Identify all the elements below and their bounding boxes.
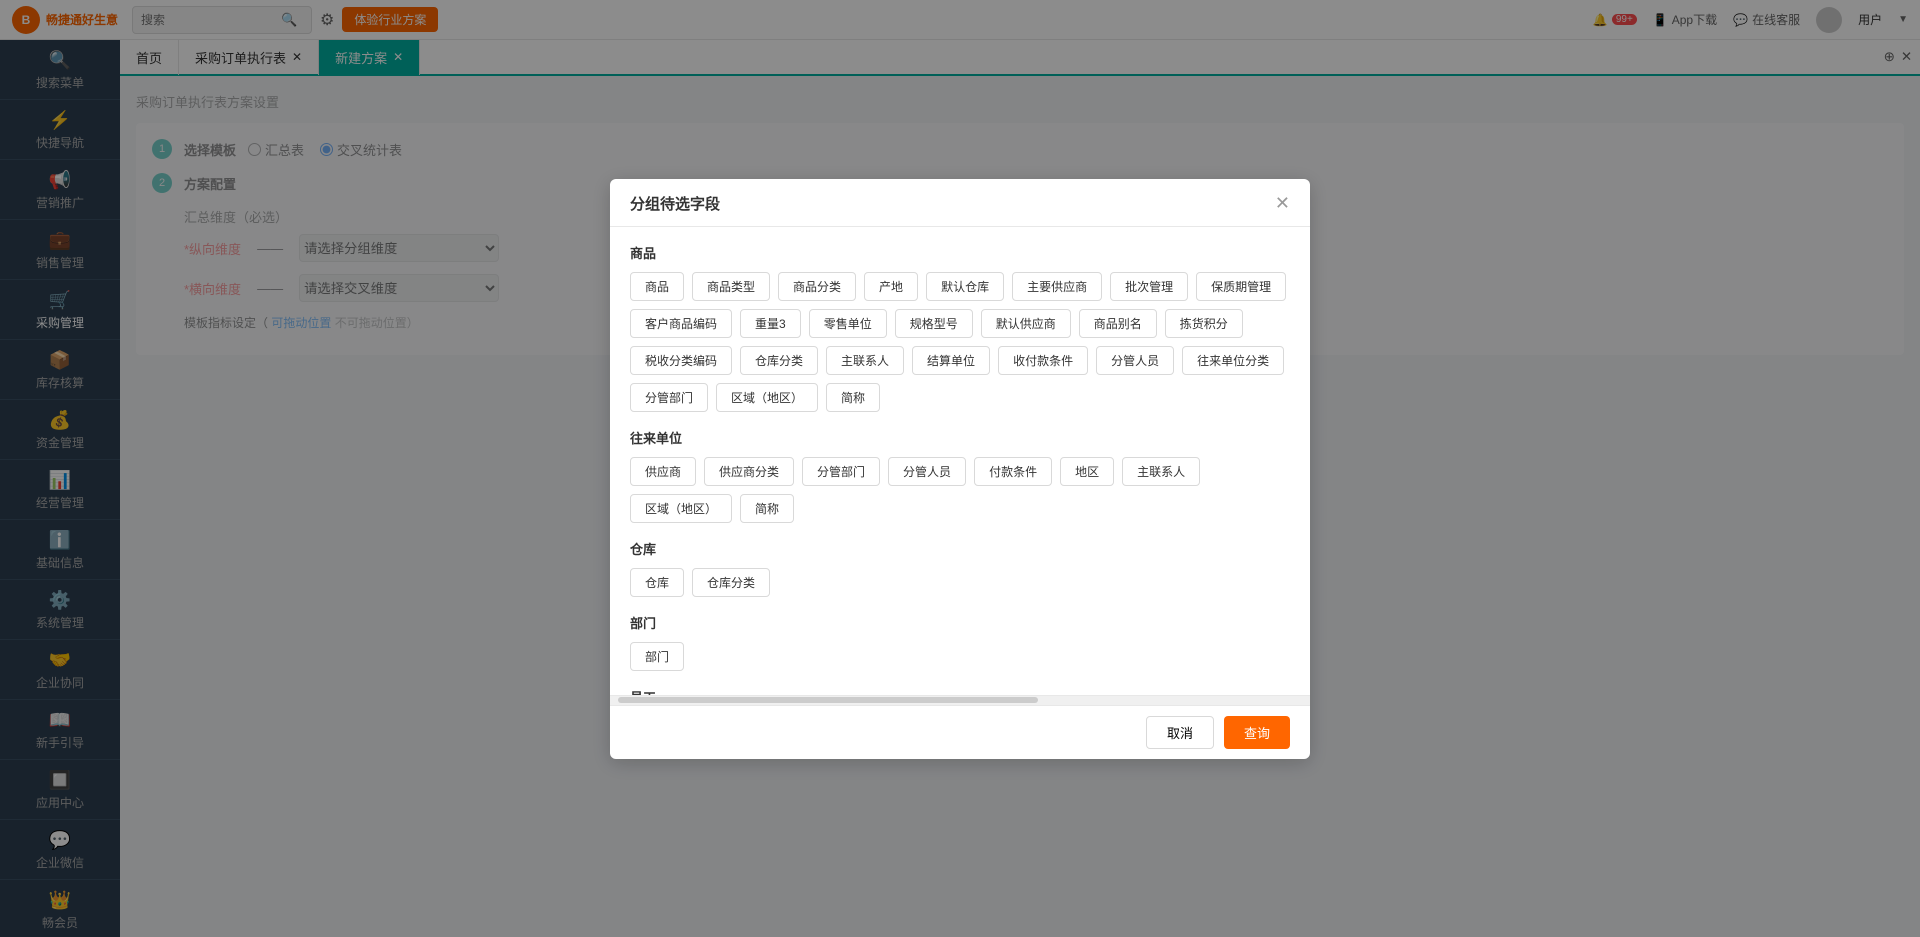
- field-tag-retail-unit[interactable]: 零售单位: [809, 309, 887, 338]
- field-tag-biz-unit-category[interactable]: 往来单位分类: [1182, 346, 1284, 375]
- field-tag-warehouse-cat[interactable]: 仓库分类: [692, 568, 770, 597]
- field-tag-dept-mgmt[interactable]: 分管部门: [802, 457, 880, 486]
- field-tag-department[interactable]: 部门: [630, 642, 684, 671]
- field-tag-tax-code[interactable]: 税收分类编码: [630, 346, 732, 375]
- field-tag-origin[interactable]: 产地: [864, 272, 918, 301]
- section-title-department: 部门: [630, 613, 1290, 632]
- modal-footer: 取消 查询: [610, 705, 1310, 759]
- field-tag-supplier-category[interactable]: 供应商分类: [704, 457, 794, 486]
- field-tag-product-category[interactable]: 商品分类: [778, 272, 856, 301]
- field-tags-department: 部门: [630, 642, 1290, 671]
- field-tag-manager-person[interactable]: 分管人员: [1096, 346, 1174, 375]
- field-tag-region-cp[interactable]: 区域（地区）: [630, 494, 732, 523]
- field-tag-default-supplier[interactable]: 默认供应商: [981, 309, 1071, 338]
- field-tag-settlement-unit[interactable]: 结算单位: [912, 346, 990, 375]
- confirm-button[interactable]: 查询: [1224, 716, 1290, 749]
- field-tag-warehouse-category[interactable]: 仓库分类: [740, 346, 818, 375]
- field-tag-person-mgmt[interactable]: 分管人员: [888, 457, 966, 486]
- field-tags-warehouse: 仓库 仓库分类: [630, 568, 1290, 597]
- field-tag-product-type[interactable]: 商品类型: [692, 272, 770, 301]
- field-tag-default-warehouse[interactable]: 默认仓库: [926, 272, 1004, 301]
- field-tag-payment-terms[interactable]: 收付款条件: [998, 346, 1088, 375]
- field-tags-counterpart: 供应商 供应商分类 分管部门 分管人员 付款条件 地区 主联系人 区域（地区） …: [630, 457, 1290, 523]
- field-tag-expiry-mgmt[interactable]: 保质期管理: [1196, 272, 1286, 301]
- section-title-employee: 员工: [630, 687, 1290, 695]
- field-tags-product: 商品 商品类型 商品分类 产地 默认仓库 主要供应商 批次管理 保质期管理 客户…: [630, 272, 1290, 412]
- field-tag-payment-condition[interactable]: 付款条件: [974, 457, 1052, 486]
- cancel-button[interactable]: 取消: [1146, 716, 1214, 749]
- section-title-warehouse: 仓库: [630, 539, 1290, 558]
- modal-close-button[interactable]: ✕: [1275, 194, 1290, 212]
- modal-title: 分组待选字段: [630, 193, 720, 214]
- modal-hscroll-thumb: [618, 697, 1038, 703]
- modal-horizontal-scrollbar[interactable]: [610, 695, 1310, 705]
- modal-overlay: 分组待选字段 ✕ 商品 商品 商品类型 商品分类 产地 默认仓库 主要供应商 批…: [0, 0, 1920, 937]
- field-tag-customer-code[interactable]: 客户商品编码: [630, 309, 732, 338]
- modal-select-fields: 分组待选字段 ✕ 商品 商品 商品类型 商品分类 产地 默认仓库 主要供应商 批…: [610, 179, 1310, 759]
- field-tag-warehouse-wh[interactable]: 仓库: [630, 568, 684, 597]
- field-tag-main-contact[interactable]: 主联系人: [826, 346, 904, 375]
- modal-header: 分组待选字段 ✕: [610, 179, 1310, 227]
- field-tag-managing-dept[interactable]: 分管部门: [630, 383, 708, 412]
- section-title-counterpart: 往来单位: [630, 428, 1290, 447]
- field-tag-batch-mgmt[interactable]: 批次管理: [1110, 272, 1188, 301]
- field-tag-area[interactable]: 地区: [1060, 457, 1114, 486]
- field-tag-spec-model[interactable]: 规格型号: [895, 309, 973, 338]
- field-tag-product[interactable]: 商品: [630, 272, 684, 301]
- field-tag-product-alias[interactable]: 商品别名: [1079, 309, 1157, 338]
- field-tag-main-contact-cp[interactable]: 主联系人: [1122, 457, 1200, 486]
- field-tag-region-product[interactable]: 区域（地区）: [716, 383, 818, 412]
- field-tag-short-name-product[interactable]: 简称: [826, 383, 880, 412]
- field-tag-pick-points[interactable]: 拣货积分: [1165, 309, 1243, 338]
- section-title-product: 商品: [630, 243, 1290, 262]
- modal-body: 商品 商品 商品类型 商品分类 产地 默认仓库 主要供应商 批次管理 保质期管理…: [610, 227, 1310, 695]
- field-tag-weight3[interactable]: 重量3: [740, 309, 801, 338]
- field-tag-supplier[interactable]: 供应商: [630, 457, 696, 486]
- field-tag-short-name-cp[interactable]: 简称: [740, 494, 794, 523]
- field-tag-main-supplier[interactable]: 主要供应商: [1012, 272, 1102, 301]
